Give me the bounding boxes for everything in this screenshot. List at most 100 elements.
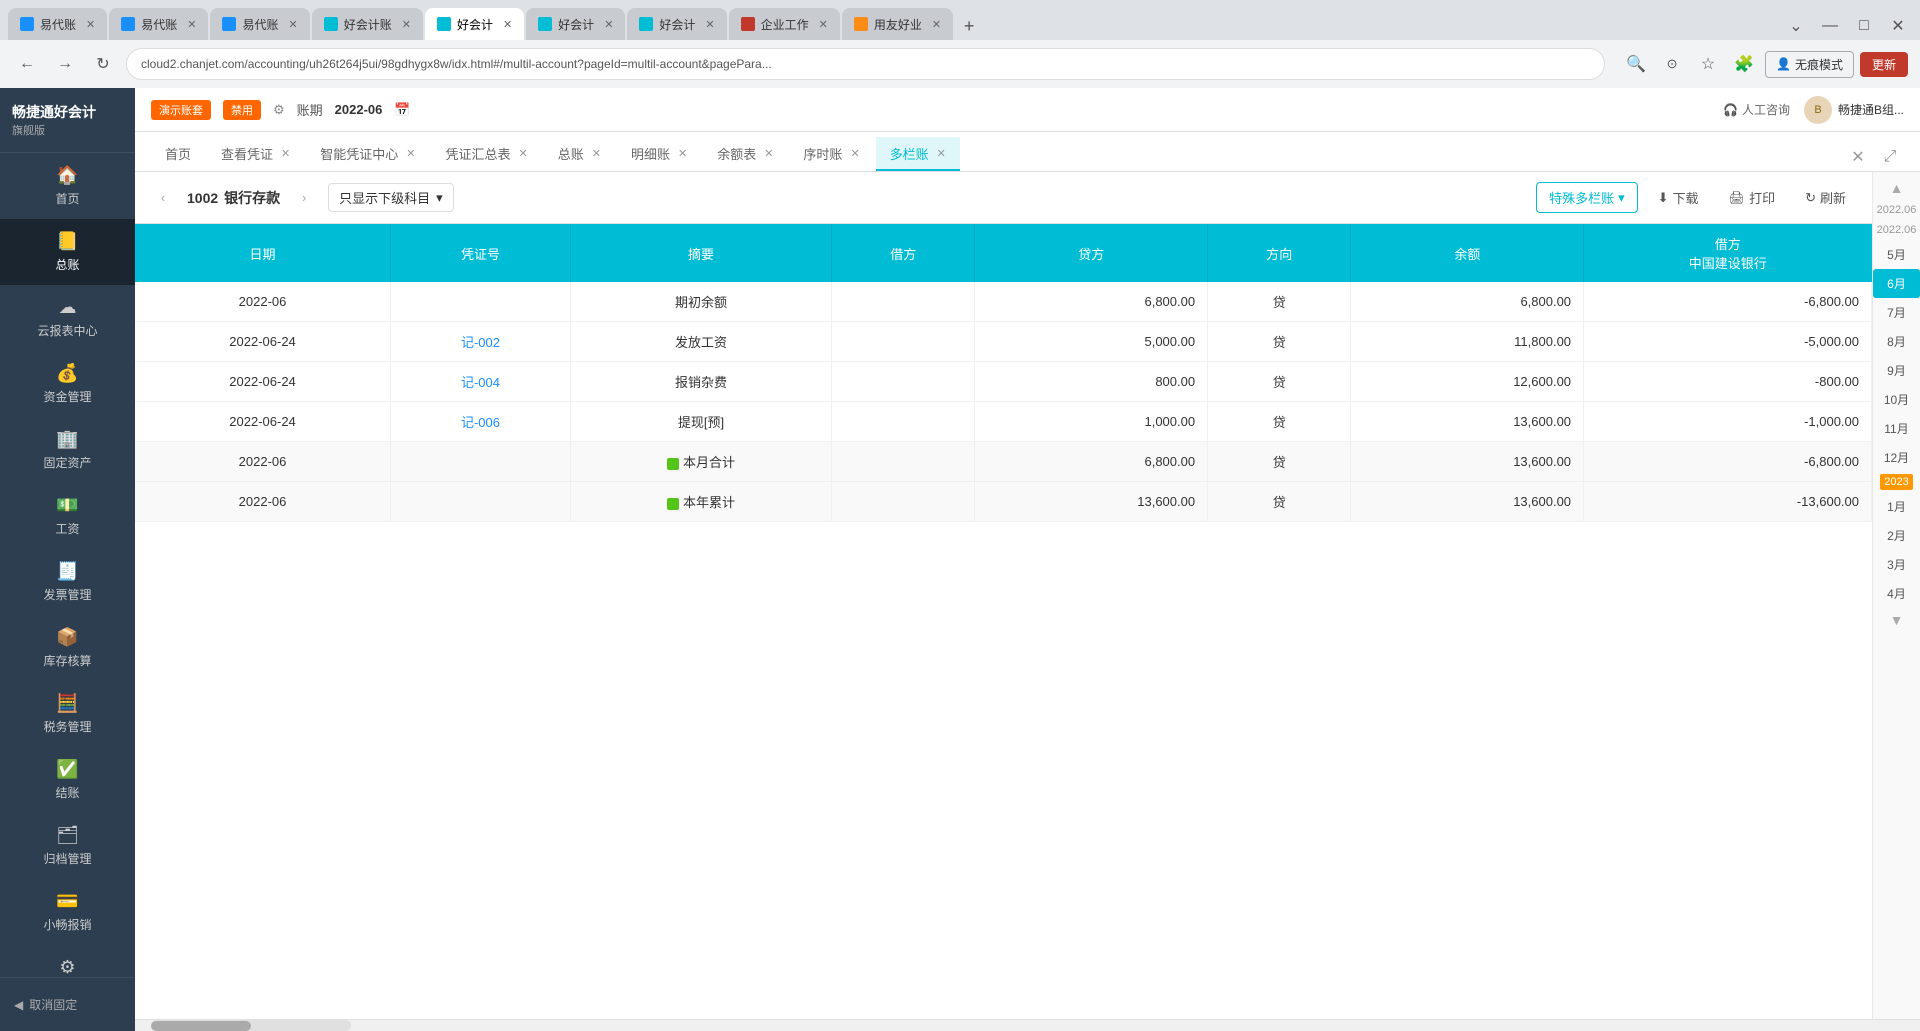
browser-tab-2[interactable]: 易代账 ✕ (109, 8, 208, 40)
sidebar-item-close-account[interactable]: ✅ 结账 (0, 747, 135, 813)
search-browser-button[interactable]: 🔍 (1621, 49, 1651, 79)
close-tab-panel-button[interactable]: ✕ (1844, 143, 1872, 171)
tab-close-sequential-ledger[interactable]: ✕ (850, 147, 859, 160)
maximize-button[interactable]: □ (1850, 12, 1878, 40)
timeline-year-2023-badge[interactable]: 2023 (1880, 474, 1912, 490)
sidebar-item-settings[interactable]: ⚙ 基础设置 (0, 945, 135, 977)
timeline-month-7[interactable]: 7月 (1873, 298, 1920, 327)
prev-account-button[interactable]: ‹ (151, 186, 175, 210)
account-settings-btn[interactable]: ⚙ (273, 102, 285, 118)
browser-tab-5[interactable]: 好会计 ✕ (425, 8, 524, 40)
close-window-button[interactable]: ✕ (1884, 12, 1912, 40)
tab-home[interactable]: 首页 (151, 137, 205, 171)
tab-close-voucher-summary[interactable]: ✕ (519, 147, 528, 160)
user-profile-button[interactable]: B 畅捷通B组... (1804, 96, 1904, 124)
browser-tab-1[interactable]: 易代账 ✕ (8, 8, 107, 40)
tab-balance-sheet[interactable]: 余额表 ✕ (703, 137, 787, 171)
timeline-month-2023-2[interactable]: 2月 (1873, 521, 1920, 550)
timeline-up-button[interactable]: ▲ (1890, 176, 1904, 200)
browser-tab-8[interactable]: 企业工作 ✕ (729, 8, 840, 40)
browser-tab-3[interactable]: 易代账 ✕ (210, 8, 309, 40)
sidebar-item-fixed-assets[interactable]: 🏢 固定资产 (0, 417, 135, 483)
sidebar-item-tax[interactable]: 🧮 税务管理 (0, 681, 135, 747)
browser-tab-7[interactable]: 好会计 ✕ (627, 8, 726, 40)
timeline-month-5[interactable]: 5月 (1873, 240, 1920, 269)
browser-tab-4[interactable]: 好会计账 ✕ (312, 8, 423, 40)
download-button[interactable]: ⬇ 下载 (1648, 183, 1709, 212)
sidebar-item-payroll[interactable]: 💵 工资 (0, 483, 135, 549)
sidebar-item-cloud-reports[interactable]: ☁ 云报表中心 (0, 285, 135, 351)
scrollbar-thumb[interactable] (151, 1021, 251, 1031)
tab-smart-voucher[interactable]: 智能凭证中心 ✕ (306, 137, 429, 171)
sidebar-item-invoices[interactable]: 🧾 发票管理 (0, 549, 135, 615)
scrollbar-track[interactable] (151, 1020, 351, 1031)
reading-mode-button[interactable]: ⊙ (1657, 49, 1687, 79)
tab-voucher-summary[interactable]: 凭证汇总表 ✕ (431, 137, 541, 171)
browser-tab-6[interactable]: 好会计 ✕ (526, 8, 625, 40)
extensions-button[interactable]: 🧩 (1729, 49, 1759, 79)
bottom-scrollbar[interactable] (135, 1019, 1920, 1031)
tab-list-button[interactable]: ⌄ (1782, 12, 1810, 40)
sidebar-item-funds[interactable]: 💰 资金管理 (0, 351, 135, 417)
refresh-button[interactable]: ↻ 刷新 (1795, 183, 1856, 212)
new-tab-button[interactable]: + (955, 12, 983, 40)
tab-close-4[interactable]: ✕ (402, 18, 411, 31)
cell-voucher[interactable]: 记-004 (391, 362, 571, 402)
account-selector[interactable]: 1002 银行存款 (187, 188, 280, 208)
sidebar-item-inventory[interactable]: 📦 库存核算 (0, 615, 135, 681)
period-calendar-icon[interactable]: 📅 (394, 102, 410, 118)
browser-tab-9[interactable]: 用友好业 ✕ (842, 8, 953, 40)
timeline-month-8[interactable]: 8月 (1873, 327, 1920, 356)
tab-close-multi-col[interactable]: ✕ (937, 147, 946, 160)
tab-close-5[interactable]: ✕ (503, 18, 512, 31)
cell-voucher[interactable]: 记-002 (391, 322, 571, 362)
tab-close-general-ledger[interactable]: ✕ (592, 147, 601, 160)
tab-close-2[interactable]: ✕ (187, 18, 196, 31)
timeline-month-9[interactable]: 9月 (1873, 356, 1920, 385)
wuhen-mode-button[interactable]: 👤 无痕模式 (1765, 51, 1854, 78)
timeline-month-2023-1[interactable]: 1月 (1873, 492, 1920, 521)
sidebar-item-ledger[interactable]: 📒 总账 (0, 219, 135, 285)
tab-general-ledger[interactable]: 总账 ✕ (544, 137, 615, 171)
tab-multi-col-ledger[interactable]: 多栏账 ✕ (876, 137, 960, 171)
filter-selector[interactable]: 只显示下级科目 ▾ (328, 183, 454, 212)
sidebar-pin-toggle[interactable]: ◀ 取消固定 (0, 988, 135, 1021)
tab-close-detailed-ledger[interactable]: ✕ (678, 147, 687, 160)
tab-close-balance-sheet[interactable]: ✕ (764, 147, 773, 160)
tab-view-voucher[interactable]: 查看凭证 ✕ (207, 137, 304, 171)
tab-close-view-voucher[interactable]: ✕ (281, 147, 290, 160)
timeline-down-button[interactable]: ▼ (1890, 608, 1904, 632)
consulting-button[interactable]: 🎧 人工咨询 (1723, 101, 1790, 118)
sidebar-item-archive[interactable]: 🗂 归档管理 (0, 813, 135, 879)
sidebar-item-expense[interactable]: 💳 小畅报销 (0, 879, 135, 945)
timeline-month-11[interactable]: 11月 (1873, 414, 1920, 443)
tab-close-smart-voucher[interactable]: ✕ (406, 147, 415, 160)
back-button[interactable]: ← (12, 49, 42, 79)
timeline-month-6[interactable]: 6月 (1873, 269, 1920, 298)
bookmark-button[interactable]: ☆ (1693, 49, 1723, 79)
print-button[interactable]: 🖨 打印 (1719, 183, 1786, 212)
timeline-month-2023-3[interactable]: 3月 (1873, 550, 1920, 579)
timeline-month-10[interactable]: 10月 (1873, 385, 1920, 414)
tab-bar: 易代账 ✕ 易代账 ✕ 易代账 ✕ 好会计账 ✕ 好会计 ✕ (0, 0, 1920, 40)
reload-button[interactable]: ↻ (88, 49, 118, 79)
multi-col-button[interactable]: 特殊多栏账 ▾ (1536, 182, 1638, 213)
tab-close-3[interactable]: ✕ (288, 18, 297, 31)
cell-voucher[interactable]: 记-006 (391, 402, 571, 442)
expand-tab-panel-button[interactable]: ⤢ (1876, 143, 1904, 171)
tab-close-8[interactable]: ✕ (819, 18, 828, 31)
tab-close-1[interactable]: ✕ (86, 18, 95, 31)
next-account-button[interactable]: › (292, 186, 316, 210)
timeline-month-12[interactable]: 12月 (1873, 443, 1920, 472)
url-input[interactable]: cloud2.chanjet.com/accounting/uh26t264j5… (126, 48, 1605, 80)
tab-detailed-ledger[interactable]: 明细账 ✕ (617, 137, 701, 171)
tab-close-6[interactable]: ✕ (604, 18, 613, 31)
forward-button[interactable]: → (50, 49, 80, 79)
minimize-button[interactable]: — (1816, 12, 1844, 40)
tab-close-7[interactable]: ✕ (705, 18, 714, 31)
sidebar-item-home[interactable]: 🏠 首页 (0, 153, 135, 219)
tab-sequential-ledger[interactable]: 序时账 ✕ (789, 137, 873, 171)
timeline-month-2023-4[interactable]: 4月 (1873, 579, 1920, 608)
tab-close-9[interactable]: ✕ (932, 18, 941, 31)
update-button[interactable]: 更新 (1860, 52, 1908, 77)
